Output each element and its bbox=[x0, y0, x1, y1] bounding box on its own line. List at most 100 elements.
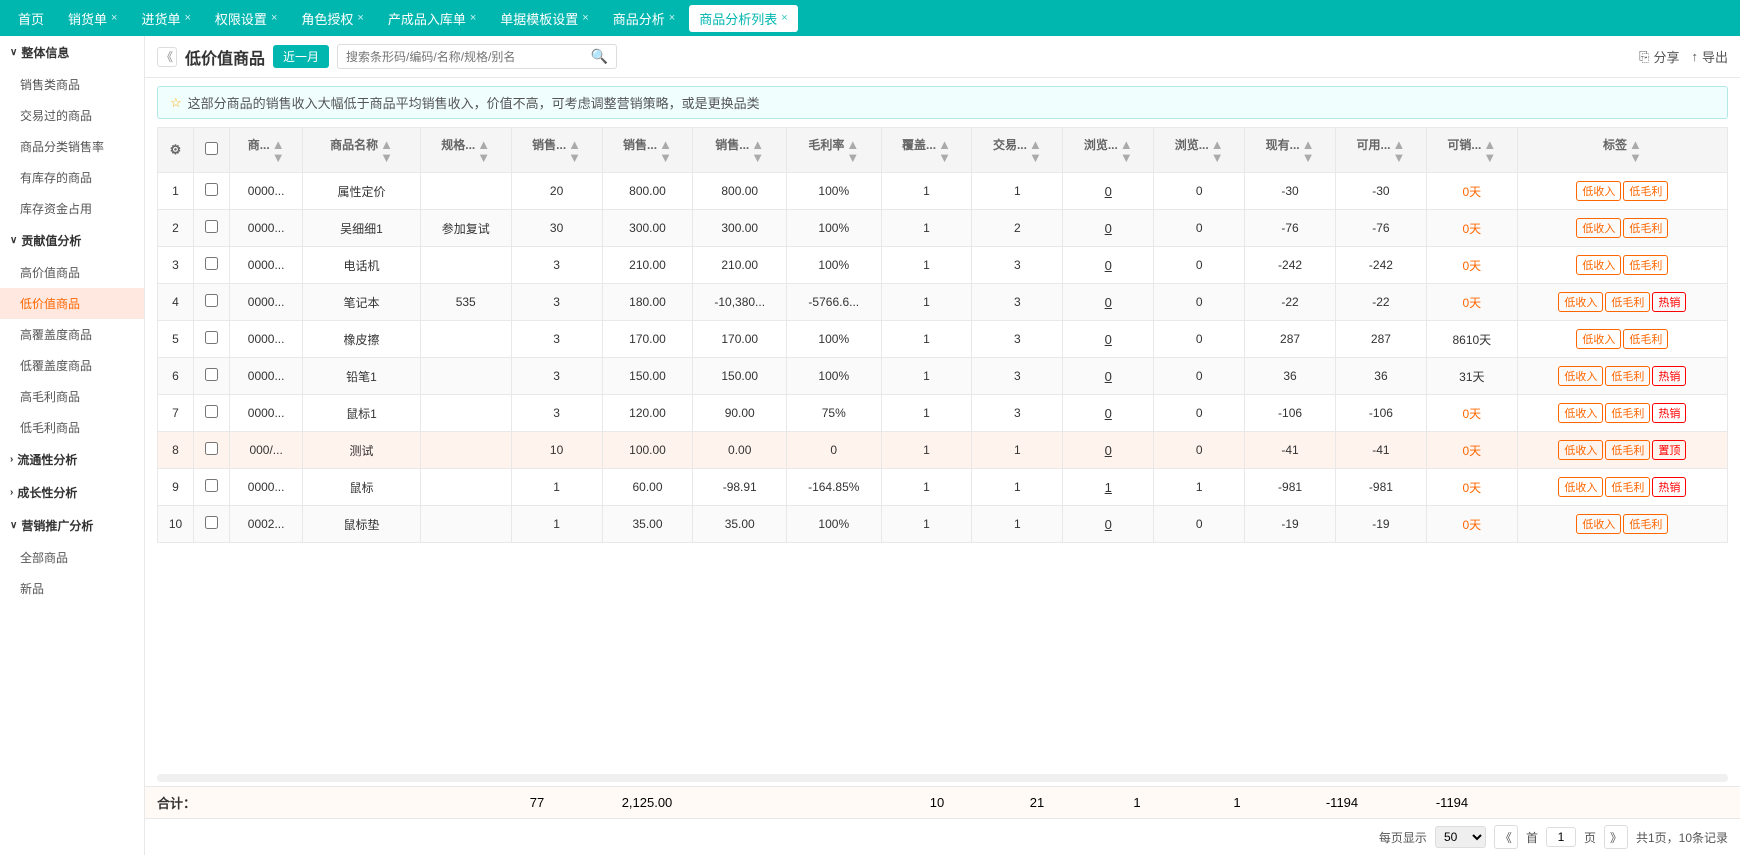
cell-checkbox[interactable] bbox=[194, 321, 230, 358]
cell-browse1[interactable]: 0 bbox=[1063, 358, 1154, 395]
row-checkbox[interactable] bbox=[205, 220, 218, 233]
nav-purchase-order[interactable]: 进货单 × bbox=[131, 5, 200, 32]
cell-checkbox[interactable] bbox=[194, 210, 230, 247]
export-btn[interactable]: ↑ 导出 bbox=[1691, 47, 1728, 66]
row-checkbox[interactable] bbox=[205, 516, 218, 529]
col-available[interactable]: 可用...▲▼ bbox=[1336, 128, 1427, 173]
nav-close-sales[interactable]: × bbox=[111, 12, 117, 24]
col-coverage[interactable]: 覆盖...▲▼ bbox=[881, 128, 972, 173]
horizontal-scrollbar[interactable] bbox=[157, 774, 1728, 782]
sidebar-item-category-rate[interactable]: 商品分类销售率 bbox=[0, 131, 144, 162]
first-page-btn[interactable]: 《 bbox=[1494, 825, 1518, 849]
cell-sale-qty: 20 bbox=[511, 173, 602, 210]
settings-icon[interactable]: ⚙ bbox=[170, 142, 182, 157]
sidebar-item-sales-products[interactable]: 销售类商品 bbox=[0, 69, 144, 100]
col-name[interactable]: 商品名称▲▼ bbox=[303, 128, 421, 173]
cell-browse1[interactable]: 0 bbox=[1063, 506, 1154, 543]
col-tags[interactable]: 标签▲▼ bbox=[1517, 128, 1727, 173]
sidebar-group-overall[interactable]: ∨ 整体信息 bbox=[0, 36, 144, 69]
nav-close-template[interactable]: × bbox=[582, 12, 588, 24]
row-checkbox[interactable] bbox=[205, 479, 218, 492]
cell-margin: 100% bbox=[787, 321, 882, 358]
sidebar-item-low-margin[interactable]: 低毛利商品 bbox=[0, 412, 144, 443]
nav-close-role[interactable]: × bbox=[357, 12, 363, 24]
col-sale-profit[interactable]: 销售...▲▼ bbox=[693, 128, 787, 173]
select-all-checkbox[interactable] bbox=[205, 142, 218, 155]
col-spec[interactable]: 规格...▲▼ bbox=[420, 128, 511, 173]
cell-checkbox[interactable] bbox=[194, 506, 230, 543]
cell-checkbox[interactable] bbox=[194, 358, 230, 395]
sidebar-item-high-coverage[interactable]: 高覆盖度商品 bbox=[0, 319, 144, 350]
nav-home[interactable]: 首页 bbox=[8, 5, 54, 32]
date-filter-btn[interactable]: 近一月 bbox=[273, 45, 329, 68]
nav-close-product-in[interactable]: × bbox=[470, 12, 476, 24]
sidebar-item-low-coverage[interactable]: 低覆盖度商品 bbox=[0, 350, 144, 381]
col-code[interactable]: 商...▲▼ bbox=[230, 128, 303, 173]
sidebar-group-growth[interactable]: › 成长性分析 bbox=[0, 476, 144, 509]
sidebar-item-traded-products[interactable]: 交易过的商品 bbox=[0, 100, 144, 131]
sidebar-item-new-products[interactable]: 新品 bbox=[0, 573, 144, 604]
cell-checkbox[interactable] bbox=[194, 395, 230, 432]
share-btn[interactable]: ⎘ 分享 bbox=[1639, 47, 1679, 66]
nav-role-auth[interactable]: 角色授权 × bbox=[291, 5, 373, 32]
nav-close-analysis[interactable]: × bbox=[669, 12, 675, 24]
cell-current-stock: 287 bbox=[1245, 321, 1336, 358]
sidebar-item-stock-products[interactable]: 有库存的商品 bbox=[0, 162, 144, 193]
nav-analysis-list[interactable]: 商品分析列表 × bbox=[689, 5, 797, 32]
row-checkbox[interactable] bbox=[205, 257, 218, 270]
nav-permissions[interactable]: 权限设置 × bbox=[205, 5, 287, 32]
nav-close-purchase[interactable]: × bbox=[184, 12, 190, 24]
cell-browse1[interactable]: 1 bbox=[1063, 469, 1154, 506]
row-checkbox[interactable] bbox=[205, 331, 218, 344]
nav-close-analysis-list[interactable]: × bbox=[781, 12, 787, 24]
cell-browse1[interactable]: 0 bbox=[1063, 321, 1154, 358]
row-checkbox[interactable] bbox=[205, 183, 218, 196]
nav-close-permissions[interactable]: × bbox=[271, 12, 277, 24]
col-trade[interactable]: 交易...▲▼ bbox=[972, 128, 1063, 173]
col-browse2[interactable]: 浏览...▲▼ bbox=[1154, 128, 1245, 173]
row-checkbox[interactable] bbox=[205, 368, 218, 381]
row-checkbox[interactable] bbox=[205, 405, 218, 418]
sidebar-group-marketing[interactable]: ∨ 营销推广分析 bbox=[0, 509, 144, 542]
search-icon[interactable]: 🔍 bbox=[591, 48, 608, 65]
nav-product-in[interactable]: 产成品入库单 × bbox=[378, 5, 486, 32]
sidebar-item-low-value[interactable]: 低价值商品 bbox=[0, 288, 144, 319]
sidebar-item-high-value[interactable]: 高价值商品 bbox=[0, 257, 144, 288]
col-gear[interactable]: ⚙ bbox=[158, 128, 194, 173]
cell-checkbox[interactable] bbox=[194, 173, 230, 210]
sidebar-group-liquidity[interactable]: › 流通性分析 bbox=[0, 443, 144, 476]
sidebar-item-high-margin[interactable]: 高毛利商品 bbox=[0, 381, 144, 412]
cell-checkbox[interactable] bbox=[194, 247, 230, 284]
cell-browse1[interactable]: 0 bbox=[1063, 247, 1154, 284]
last-page-btn[interactable]: 》 bbox=[1604, 825, 1628, 849]
row-checkbox[interactable] bbox=[205, 294, 218, 307]
col-sale-amount[interactable]: 销售...▲▼ bbox=[602, 128, 693, 173]
cell-checkbox[interactable] bbox=[194, 432, 230, 469]
table-wrapper[interactable]: ⚙ 商...▲▼ 商品名称▲▼ 规格...▲▼ 销售...▲▼ 销售...▲▼ … bbox=[145, 127, 1740, 770]
nav-sales-order[interactable]: 销货单 × bbox=[58, 5, 127, 32]
cell-browse1[interactable]: 0 bbox=[1063, 210, 1154, 247]
col-current-stock[interactable]: 现有...▲▼ bbox=[1245, 128, 1336, 173]
sidebar-group-contribution[interactable]: ∨ 贡献值分析 bbox=[0, 224, 144, 257]
col-checkbox[interactable] bbox=[194, 128, 230, 173]
footer-current-stock: -1194 bbox=[1317, 795, 1367, 810]
current-page[interactable]: 1 bbox=[1546, 827, 1576, 847]
cell-checkbox[interactable] bbox=[194, 469, 230, 506]
col-sale-qty[interactable]: 销售...▲▼ bbox=[511, 128, 602, 173]
nav-product-analysis[interactable]: 商品分析 × bbox=[603, 5, 685, 32]
col-saleable[interactable]: 可销...▲▼ bbox=[1426, 128, 1517, 173]
col-browse1[interactable]: 浏览...▲▼ bbox=[1063, 128, 1154, 173]
search-input[interactable] bbox=[346, 50, 591, 64]
cell-checkbox[interactable] bbox=[194, 284, 230, 321]
sidebar-collapse-btn[interactable]: 《 bbox=[157, 47, 177, 67]
row-checkbox[interactable] bbox=[205, 442, 218, 455]
cell-browse1[interactable]: 0 bbox=[1063, 395, 1154, 432]
cell-browse1[interactable]: 0 bbox=[1063, 173, 1154, 210]
cell-browse1[interactable]: 0 bbox=[1063, 432, 1154, 469]
sidebar-item-stock-capital[interactable]: 库存资金占用 bbox=[0, 193, 144, 224]
per-page-select[interactable]: 50 100 200 bbox=[1435, 826, 1486, 848]
nav-template-settings[interactable]: 单据模板设置 × bbox=[490, 5, 598, 32]
cell-browse1[interactable]: 0 bbox=[1063, 284, 1154, 321]
col-margin[interactable]: 毛利率▲▼ bbox=[787, 128, 882, 173]
sidebar-item-all-products[interactable]: 全部商品 bbox=[0, 542, 144, 573]
